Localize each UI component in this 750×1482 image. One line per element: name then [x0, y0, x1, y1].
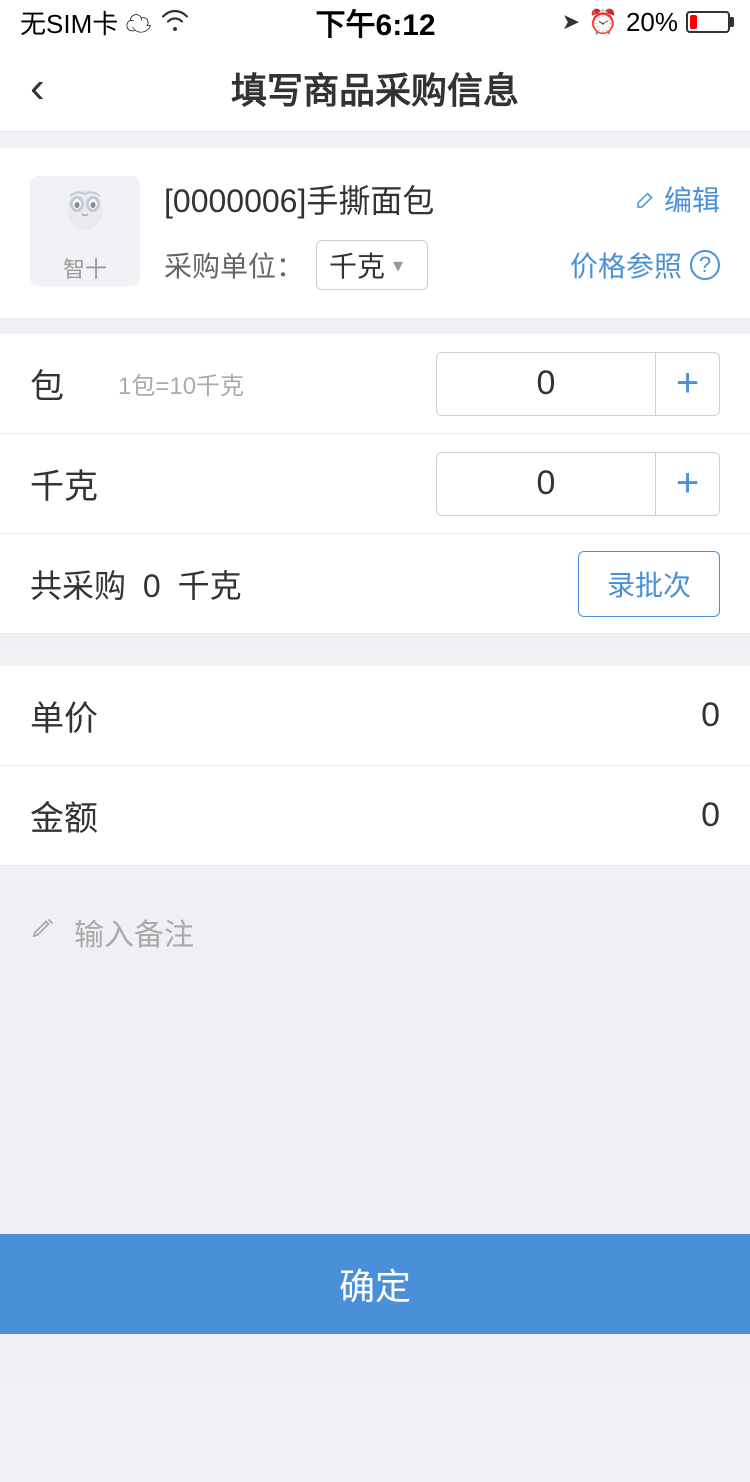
unit-select[interactable]: 千克 ▾ [316, 240, 428, 290]
remark-placeholder: 输入备注 [74, 910, 194, 954]
product-thumb-label: 智十 [63, 252, 107, 284]
unit-price-label: 单价 [30, 691, 98, 740]
kg-qty-input[interactable] [436, 452, 656, 516]
summary-text-prefix: 共采购 [30, 568, 126, 604]
summary-amount: 0 [143, 568, 161, 604]
kg-label: 千克 [30, 459, 110, 508]
unit-dropdown-arrow: ▾ [393, 253, 403, 278]
product-name-row: [0000006]手撕面包 编辑 [164, 176, 720, 222]
price-ref-help-icon: ? [690, 250, 720, 280]
bottom-spacer [0, 1382, 750, 1482]
bag-plus-button[interactable]: + [656, 352, 720, 416]
kg-input-right: + [436, 452, 720, 516]
status-time: 下午6:12 [316, 0, 436, 44]
status-right: ➤ ⏰ 20% [562, 7, 730, 38]
amount-value: 0 [701, 796, 720, 835]
wifi-icon [161, 7, 189, 38]
amount-label: 金额 [30, 791, 98, 840]
battery-fill [690, 15, 697, 29]
product-owl-icon [55, 178, 115, 248]
kg-qty-wrap: + [436, 452, 720, 516]
kg-input-row: 千克 + [0, 434, 750, 534]
summary-unit: 千克 [178, 568, 242, 604]
confirm-bar[interactable]: 确定 [0, 1234, 750, 1334]
price-section: 单价 0 金额 0 [0, 666, 750, 866]
amount-row: 金额 0 [0, 766, 750, 866]
edit-button[interactable]: 编辑 [634, 179, 720, 219]
nav-bar: ‹ 填写商品采购信息 [0, 44, 750, 132]
nav-icon: ➤ [562, 9, 580, 35]
product-card: 智十 [0000006]手撕面包 编辑 采购单位： 千克 ▾ 价格参照 [0, 148, 750, 318]
status-left: 无SIM卡 ☁ [20, 4, 189, 41]
product-thumbnail: 智十 [30, 176, 140, 286]
bag-label: 包 [30, 359, 110, 408]
bag-sublabel: 1包=10千克 [118, 366, 244, 401]
unit-price-row: 单价 0 [0, 666, 750, 766]
clock-icon: ⏰ [588, 8, 618, 37]
no-sim-label: 无SIM卡 ☁ [20, 4, 151, 41]
unit-price-value: 0 [701, 696, 720, 735]
input-section: 包 1包=10千克 + 千克 + 共采购 0 千克 录批次 [0, 334, 750, 634]
page-title: 填写商品采购信息 [231, 62, 519, 114]
section-divider-2 [0, 634, 750, 650]
status-bar: 无SIM卡 ☁ 下午6:12 ➤ ⏰ 20% [0, 0, 750, 44]
summary-text: 共采购 0 千克 [30, 561, 242, 607]
confirm-btn-label: 确定 [339, 1258, 411, 1310]
unit-value: 千克 [329, 245, 385, 285]
product-info: [0000006]手撕面包 编辑 采购单位： 千克 ▾ 价格参照 ? [164, 176, 720, 290]
battery-percent: 20% [626, 7, 678, 38]
back-button[interactable]: ‹ [30, 66, 45, 110]
remark-section[interactable]: 输入备注 [0, 882, 750, 982]
product-full-name: [0000006]手撕面包 [164, 176, 434, 222]
summary-row: 共采购 0 千克 录批次 [0, 534, 750, 634]
bag-qty-input[interactable] [436, 352, 656, 416]
battery-icon [686, 11, 730, 33]
batch-button[interactable]: 录批次 [578, 551, 720, 617]
price-ref-button[interactable]: 价格参照 ? [570, 245, 720, 285]
kg-plus-button[interactable]: + [656, 452, 720, 516]
price-ref-label: 价格参照 [570, 245, 682, 285]
bag-input-row: 包 1包=10千克 + [0, 334, 750, 434]
section-divider-1 [0, 318, 750, 334]
bag-input-right: + [436, 352, 720, 416]
product-unit-row: 采购单位： 千克 ▾ 价格参照 ? [164, 240, 720, 290]
edit-label: 编辑 [664, 179, 720, 219]
pencil-icon [30, 914, 58, 950]
bag-qty-wrap: + [436, 352, 720, 416]
unit-label: 采购单位： [164, 245, 304, 285]
